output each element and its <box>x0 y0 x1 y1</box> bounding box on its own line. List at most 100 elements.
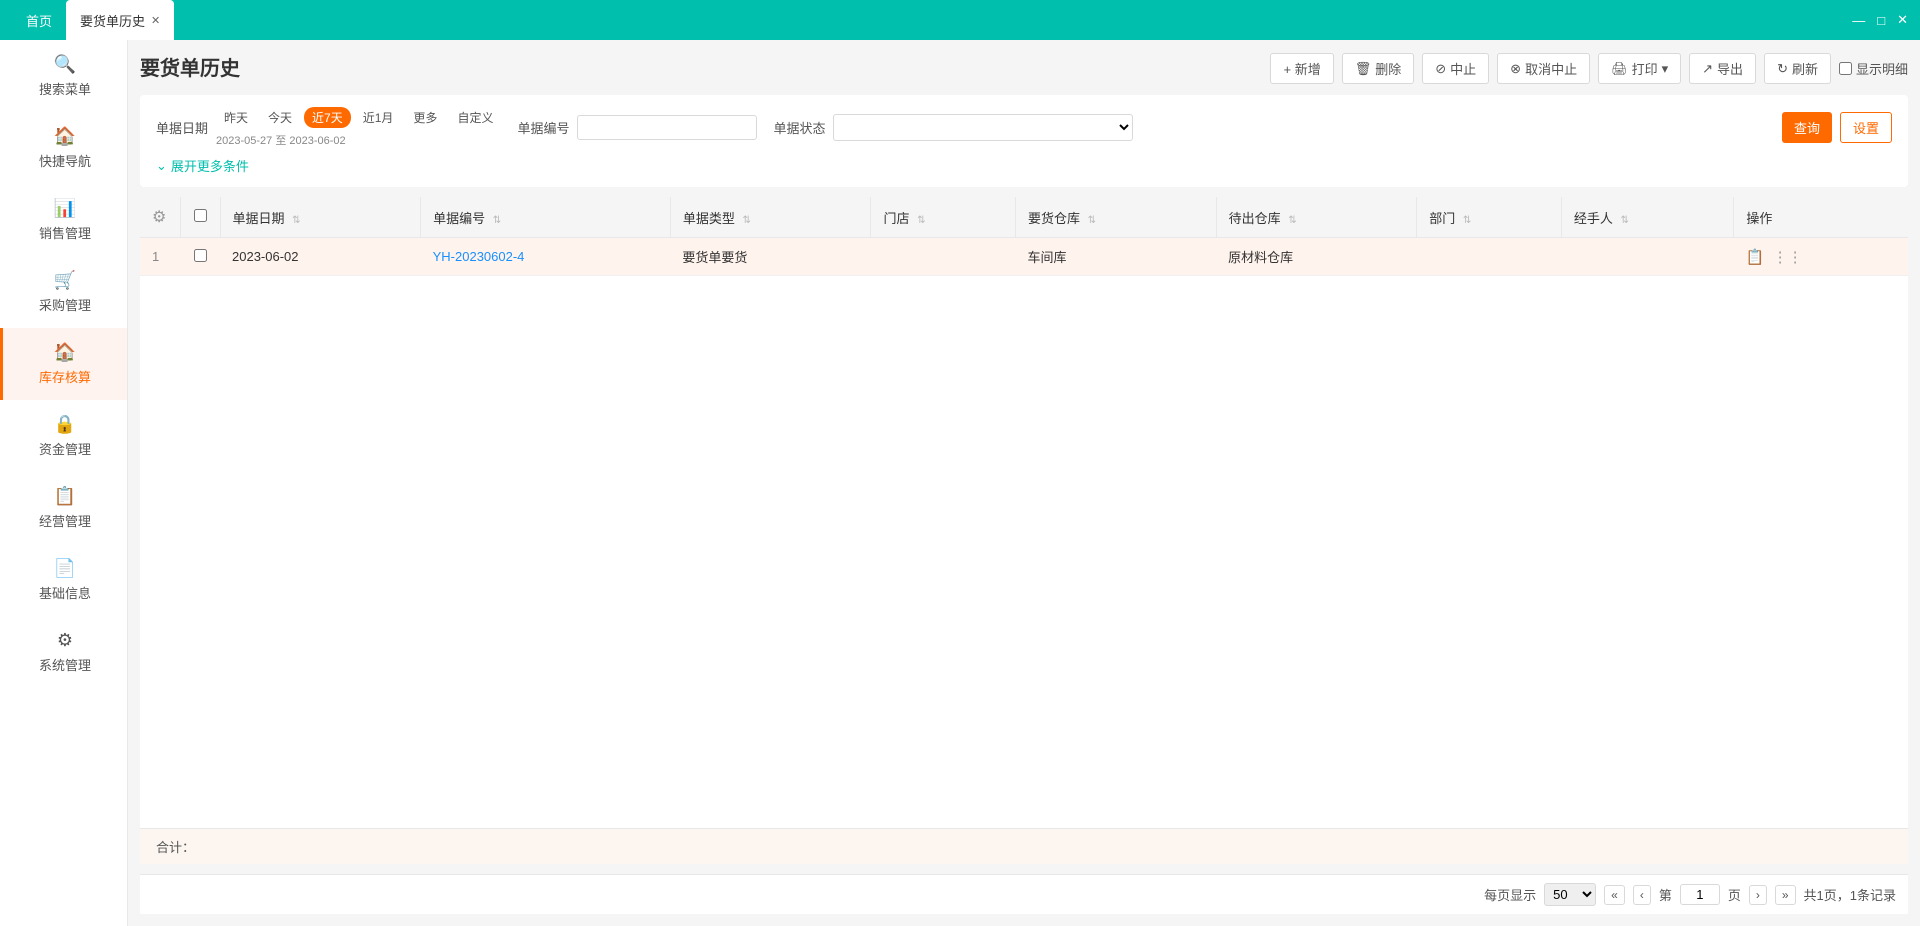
row-checkbox-cell[interactable] <box>180 238 220 276</box>
tab-requisition-history-label: 要货单历史 <box>80 11 145 30</box>
sort-req-warehouse-icon: ⇅ <box>1088 215 1096 226</box>
col-date-label: 单据日期 <box>233 211 285 226</box>
row-pending-warehouse: 原材料仓库 <box>1216 238 1417 276</box>
row-num: 1 <box>140 238 180 276</box>
col-handler[interactable]: 经手人 ⇅ <box>1561 197 1734 238</box>
settings-button[interactable]: 设置 <box>1840 112 1892 143</box>
sidebar-item-fund-mgmt[interactable]: 🔒 资金管理 <box>0 400 127 472</box>
order-no-filter-label: 单据编号 <box>517 118 569 137</box>
display-detail-checkbox[interactable] <box>1839 62 1852 75</box>
row-checkbox[interactable] <box>194 249 207 262</box>
filter-row: 单据日期 昨天 今天 近7天 近1月 更多 自定义 2023-05-27 至 2… <box>156 107 1892 148</box>
tab-home[interactable]: 首页 <box>12 0 66 40</box>
row-req-warehouse: 车间库 <box>1016 238 1217 276</box>
sidebar-item-search-menu-label: 搜索菜单 <box>39 79 91 98</box>
refresh-button[interactable]: ↻ 刷新 <box>1764 53 1831 84</box>
col-dept-label: 部门 <box>1429 211 1455 226</box>
prev-page-btn[interactable]: ‹ <box>1633 885 1651 905</box>
col-pending-warehouse[interactable]: 待出仓库 ⇅ <box>1216 197 1417 238</box>
new-button[interactable]: + 新增 <box>1270 53 1333 84</box>
cancel-stop-button[interactable]: ⊗ 取消中止 <box>1497 53 1590 84</box>
col-store[interactable]: 门店 ⇅ <box>871 197 1016 238</box>
date-btn-7days[interactable]: 近7天 <box>304 107 351 128</box>
date-btn-yesterday[interactable]: 昨天 <box>216 107 256 128</box>
row-order-no[interactable]: YH-20230602-4 <box>421 238 671 276</box>
col-req-warehouse-label: 要货仓库 <box>1028 211 1080 226</box>
sidebar-item-sales-mgmt[interactable]: 📊 销售管理 <box>0 184 127 256</box>
col-dept[interactable]: 部门 ⇅ <box>1417 197 1562 238</box>
main-table: ⚙ 单据日期 ⇅ 单据编号 ⇅ <box>140 197 1908 276</box>
sidebar-item-ops-mgmt-label: 经营管理 <box>39 511 91 530</box>
more-action-icon[interactable]: ⋮⋮ <box>1773 248 1803 266</box>
sidebar-item-basic-info[interactable]: 📄 基础信息 <box>0 544 127 616</box>
col-checkbox[interactable] <box>180 197 220 238</box>
expand-filter-label: 展开更多条件 <box>171 156 249 175</box>
sidebar-item-quick-nav-label: 快捷导航 <box>39 151 91 170</box>
row-date: 2023-06-02 <box>220 238 421 276</box>
sidebar-item-quick-nav[interactable]: 🏠 快捷导航 <box>0 112 127 184</box>
chevron-down-icon: ⌄ <box>156 158 167 174</box>
order-no-link[interactable]: YH-20230602-4 <box>433 249 525 264</box>
page-title: 要货单历史 <box>140 52 240 81</box>
print-label: 打印 <box>1632 59 1658 78</box>
page-input[interactable] <box>1680 884 1720 905</box>
cancel-stop-label: 取消中止 <box>1525 59 1577 78</box>
first-page-btn[interactable]: « <box>1604 885 1625 905</box>
stop-label: 中止 <box>1450 59 1476 78</box>
row-store <box>871 238 1016 276</box>
refresh-icon: ↻ <box>1777 61 1788 77</box>
col-req-warehouse[interactable]: 要货仓库 ⇅ <box>1016 197 1217 238</box>
sidebar-item-purchase-mgmt[interactable]: 🛒 采购管理 <box>0 256 127 328</box>
col-pending-warehouse-label: 待出仓库 <box>1229 211 1281 226</box>
view-action-icon[interactable]: 📋 <box>1746 248 1765 266</box>
sidebar-item-ops-mgmt[interactable]: 📋 经营管理 <box>0 472 127 544</box>
table-row: 1 2023-06-02 YH-20230602-4 要货单要货 车间库 原材料… <box>140 238 1908 276</box>
inventory-calc-icon: 🏠 <box>54 342 76 363</box>
sort-handler-icon: ⇅ <box>1620 215 1628 226</box>
print-button[interactable]: 🖨 打印 ▾ <box>1598 53 1681 84</box>
system-mgmt-icon: ⚙ <box>57 630 73 651</box>
order-no-input[interactable] <box>577 115 757 140</box>
delete-button[interactable]: 🗑 删除 <box>1342 53 1415 84</box>
search-button[interactable]: 查询 <box>1782 112 1832 143</box>
main-layout: 🔍 搜索菜单 🏠 快捷导航 📊 销售管理 🛒 采购管理 🏠 库存核算 🔒 资金管… <box>0 40 1920 926</box>
date-btn-1month[interactable]: 近1月 <box>355 107 402 128</box>
page-label: 第 <box>1659 885 1672 904</box>
table-settings-icon[interactable]: ⚙ <box>152 209 166 226</box>
status-filter-select[interactable] <box>833 114 1133 141</box>
date-btn-more[interactable]: 更多 <box>405 107 445 128</box>
sort-type-icon: ⇅ <box>742 215 750 226</box>
sidebar-item-system-mgmt[interactable]: ⚙ 系统管理 <box>0 616 127 688</box>
toolbar: + 新增 🗑 删除 ⊘ 中止 ⊗ 取消中止 🖨 打印 ▾ <box>1270 53 1908 84</box>
date-btn-custom[interactable]: 自定义 <box>449 107 501 128</box>
col-type[interactable]: 单据类型 ⇅ <box>670 197 871 238</box>
tab-requisition-history[interactable]: 要货单历史 ✕ <box>66 0 174 40</box>
date-range-display: 2023-05-27 至 2023-06-02 <box>216 132 501 148</box>
tab-home-label: 首页 <box>26 11 52 30</box>
close-tab-icon[interactable]: ✕ <box>151 14 160 27</box>
stop-button[interactable]: ⊘ 中止 <box>1422 53 1489 84</box>
export-button[interactable]: ↗ 导出 <box>1689 53 1756 84</box>
select-all-checkbox[interactable] <box>194 209 207 222</box>
status-filter-label: 单据状态 <box>773 118 825 137</box>
search-menu-icon: 🔍 <box>54 54 76 75</box>
col-order-no[interactable]: 单据编号 ⇅ <box>421 197 671 238</box>
window-maximize[interactable]: □ <box>1877 13 1885 28</box>
window-close[interactable]: ✕ <box>1897 12 1908 28</box>
sort-date-icon: ⇅ <box>292 215 300 226</box>
sort-store-icon: ⇅ <box>917 215 925 226</box>
per-page-select[interactable]: 50 20 100 <box>1544 883 1596 906</box>
date-btn-today[interactable]: 今天 <box>260 107 300 128</box>
col-date[interactable]: 单据日期 ⇅ <box>220 197 421 238</box>
next-page-btn[interactable]: › <box>1749 885 1767 905</box>
content-area: 要货单历史 + 新增 🗑 删除 ⊘ 中止 ⊗ 取消中止 🖨 打印 <box>128 40 1920 926</box>
col-type-label: 单据类型 <box>683 211 735 226</box>
sidebar-item-search-menu[interactable]: 🔍 搜索菜单 <box>0 40 127 112</box>
display-detail-checkbox-wrapper[interactable]: 显示明细 <box>1839 59 1908 78</box>
last-page-btn[interactable]: » <box>1775 885 1796 905</box>
window-minimize[interactable]: — <box>1852 13 1865 28</box>
refresh-label: 刷新 <box>1792 59 1818 78</box>
expand-filter-btn[interactable]: ⌄ 展开更多条件 <box>156 156 1892 175</box>
sidebar-item-inventory-calc[interactable]: 🏠 库存核算 <box>0 328 127 400</box>
col-settings[interactable]: ⚙ <box>140 197 180 238</box>
